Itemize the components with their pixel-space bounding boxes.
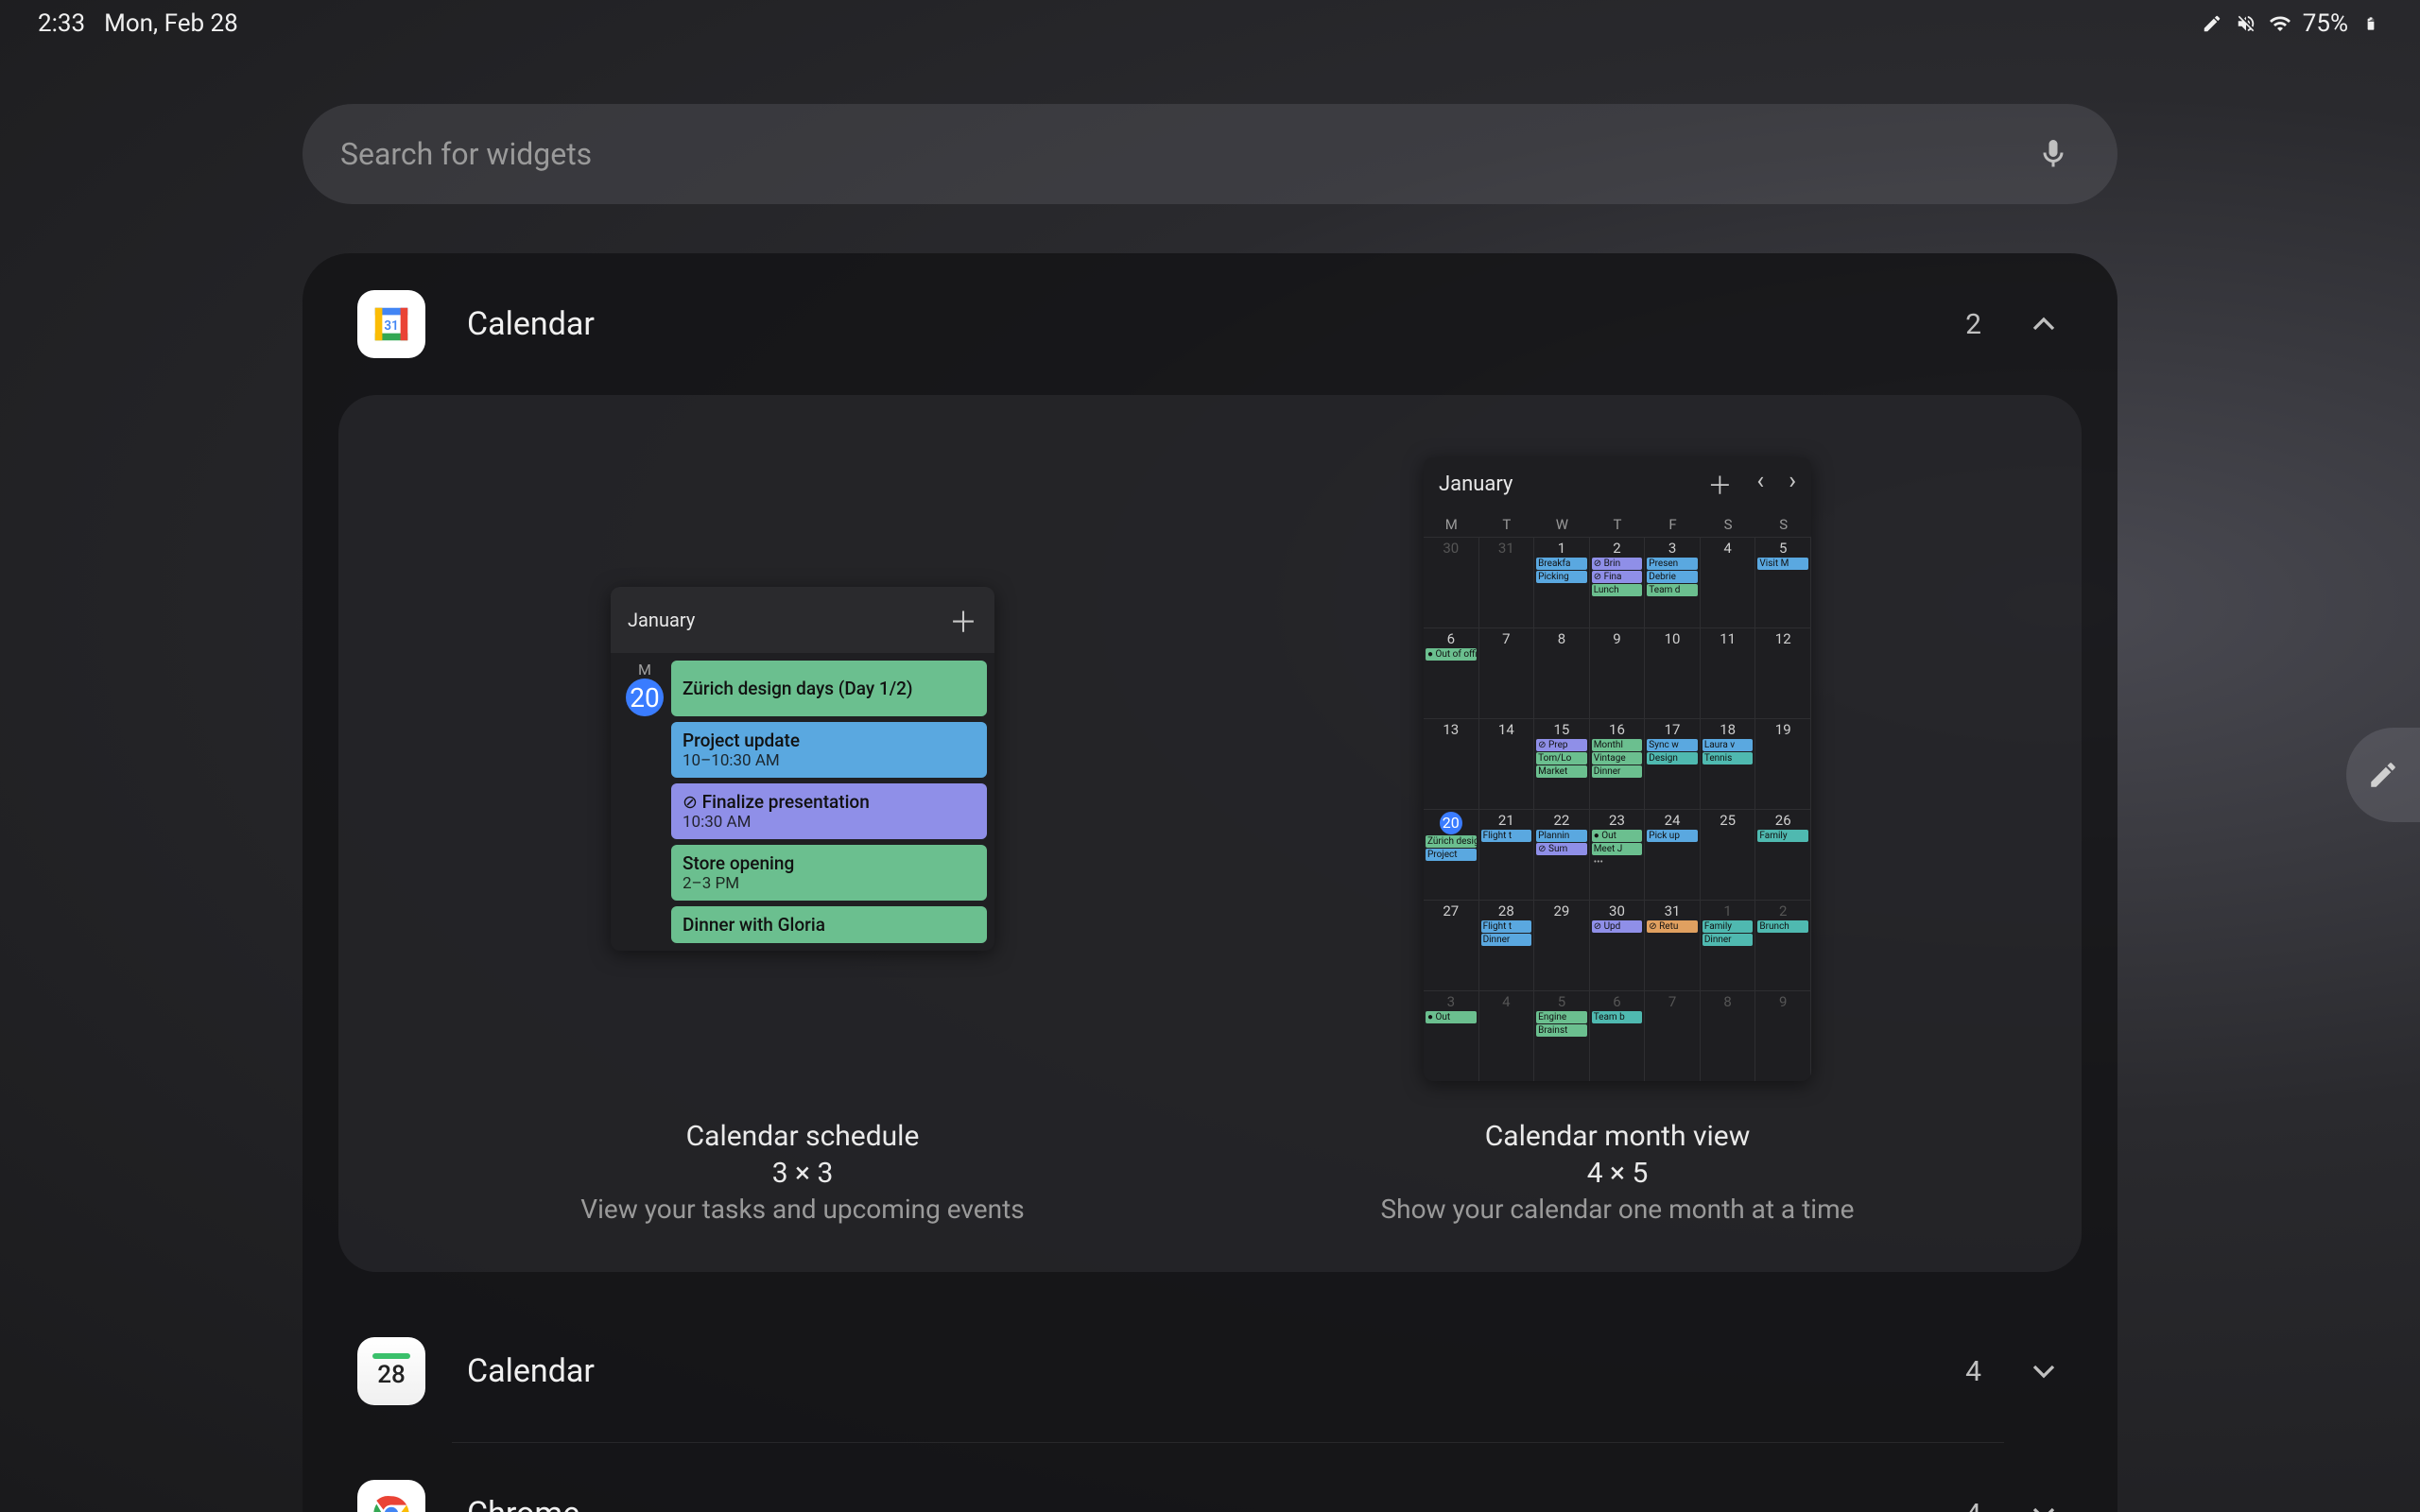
samsung-calendar-icon: 28 <box>357 1337 425 1405</box>
status-date: Mon, Feb 28 <box>104 9 238 38</box>
month-cell: 18Laura vTennis <box>1701 718 1756 809</box>
status-time: 2:33 <box>38 9 85 38</box>
search-input[interactable] <box>340 136 2036 172</box>
app-widget-count: 2 <box>1965 308 1981 341</box>
plus-icon: ＋ <box>949 599 977 641</box>
widget-desc: View your tasks and upcoming events <box>580 1194 1024 1225</box>
chevron-down-icon[interactable] <box>2025 1495 2063 1512</box>
widgets-container: January ＋ M20Zürich design days (Day 1/2… <box>338 395 2082 1272</box>
svg-text:31: 31 <box>384 319 398 334</box>
month-cell: 17Sync wDesign <box>1645 718 1701 809</box>
month-cell: 8 <box>1701 990 1756 1081</box>
wifi-icon <box>2269 12 2291 35</box>
chevron-up-icon[interactable] <box>2025 305 2063 343</box>
month-cell: 8 <box>1534 627 1590 718</box>
month-cell: 6Team b <box>1590 990 1646 1081</box>
month-cell: 9 <box>1755 990 1811 1081</box>
app-widget-count: 4 <box>1965 1355 1981 1388</box>
month-cell: 31 <box>1479 537 1535 627</box>
month-cell: 20Zürich design dProject <box>1424 809 1479 900</box>
plus-icon: ＋ <box>1707 467 1732 502</box>
sched-event: M20Zürich design days (Day 1/2) <box>618 661 987 716</box>
month-cell: 16MonthlVintageDinner <box>1590 718 1646 809</box>
month-cell: 24Pick up <box>1645 809 1701 900</box>
widget-desc: Show your calendar one month at a time <box>1381 1194 1855 1225</box>
google-calendar-icon: 31 <box>357 290 425 358</box>
app-row-calendar-google[interactable]: 31 Calendar 2 <box>338 253 2082 395</box>
month-cell: 30⊘ Upd <box>1590 900 1646 990</box>
widget-size: 3 × 3 <box>580 1157 1024 1190</box>
widget-picker-panel: 31 Calendar 2 January ＋ M20Zürich design… <box>302 253 2118 1512</box>
calendar-icon-day: 28 <box>377 1361 406 1389</box>
month-cell: 14 <box>1479 718 1535 809</box>
month-cell: 15⊘ PrepTom/LoMarket <box>1534 718 1590 809</box>
search-bar[interactable] <box>302 104 2118 204</box>
app-widget-count: 4 <box>1965 1498 1981 1512</box>
month-cell: 7 <box>1479 627 1535 718</box>
sched-event: Project update10–10:30 AM <box>618 722 987 778</box>
sched-date-badge: M20 <box>618 661 671 716</box>
month-cell: 2⊘ Brin⊘ FinaLunch <box>1590 537 1646 627</box>
status-bar: 2:33 Mon, Feb 28 75% <box>0 0 2420 47</box>
app-row-chrome[interactable]: Chrome 4 <box>338 1443 2082 1512</box>
widget-cell-schedule[interactable]: January ＋ M20Zürich design days (Day 1/2… <box>395 443 1210 1225</box>
month-cell: 22Plannin⊘ Sum <box>1534 809 1590 900</box>
sched-month: January <box>628 609 695 631</box>
month-cell: 10 <box>1645 627 1701 718</box>
widget-title: Calendar month view <box>1381 1120 1855 1153</box>
widget-preview-month: January ＋ ‹ › MTWTFSS 30311BreakfaPickin… <box>1424 443 1811 1095</box>
mic-icon[interactable] <box>2036 137 2070 171</box>
month-cell: 4 <box>1701 537 1756 627</box>
chevron-right-icon: › <box>1789 467 1796 502</box>
month-cell: 2Brunch <box>1755 900 1811 990</box>
month-cell: 30 <box>1424 537 1479 627</box>
month-cell: 27 <box>1424 900 1479 990</box>
chrome-icon <box>357 1480 425 1512</box>
month-cell: 1FamilyDinner <box>1701 900 1756 990</box>
sched-event: Dinner with Gloria <box>618 906 987 943</box>
app-title: Calendar <box>467 1352 595 1390</box>
month-title: January <box>1439 472 1512 496</box>
month-cell: 13 <box>1424 718 1479 809</box>
sched-event: ⊘ Finalize presentation10:30 AM <box>618 783 987 839</box>
app-title: Calendar <box>467 305 595 343</box>
widget-preview-schedule: January ＋ M20Zürich design days (Day 1/2… <box>611 443 994 1095</box>
widget-cell-month[interactable]: January ＋ ‹ › MTWTFSS 30311BreakfaPickin… <box>1210 443 2025 1225</box>
month-cell: 3PresenDebrieTeam d <box>1645 537 1701 627</box>
month-cell: 12 <box>1755 627 1811 718</box>
month-cell: 25 <box>1701 809 1756 900</box>
month-cell: 5Visit M <box>1755 537 1811 627</box>
battery-icon <box>2360 12 2382 35</box>
month-cell: 1BreakfaPicking <box>1534 537 1590 627</box>
month-cell: 5EngineBrainst <box>1534 990 1590 1081</box>
month-cell: 4 <box>1479 990 1535 1081</box>
month-cell: 11 <box>1701 627 1756 718</box>
month-cell: 21Flight t <box>1479 809 1535 900</box>
chevron-down-icon[interactable] <box>2025 1352 2063 1390</box>
widget-title: Calendar schedule <box>580 1120 1024 1153</box>
chevron-left-icon: ‹ <box>1756 467 1764 502</box>
edit-fab[interactable] <box>2346 728 2420 822</box>
month-cell: 29 <box>1534 900 1590 990</box>
month-cell: 26Family <box>1755 809 1811 900</box>
month-cell: 19 <box>1755 718 1811 809</box>
month-cell: 6● Out of office <box>1424 627 1479 718</box>
month-cell: 28Flight tDinner <box>1479 900 1535 990</box>
app-title: Chrome <box>467 1495 579 1512</box>
stylus-icon <box>2201 12 2223 35</box>
sched-event: Store opening2–3 PM <box>618 845 987 901</box>
month-cell: 3● Out <box>1424 990 1479 1081</box>
month-cell: 7 <box>1645 990 1701 1081</box>
widget-size: 4 × 5 <box>1381 1157 1855 1190</box>
mute-icon <box>2235 12 2257 35</box>
month-cell: 9 <box>1590 627 1646 718</box>
app-row-calendar-samsung[interactable]: 28 Calendar 4 <box>338 1300 2082 1442</box>
month-cell: 31⊘ Retu <box>1645 900 1701 990</box>
month-cell: 23● OutMeet J••• <box>1590 809 1646 900</box>
battery-percent: 75% <box>2303 9 2348 38</box>
